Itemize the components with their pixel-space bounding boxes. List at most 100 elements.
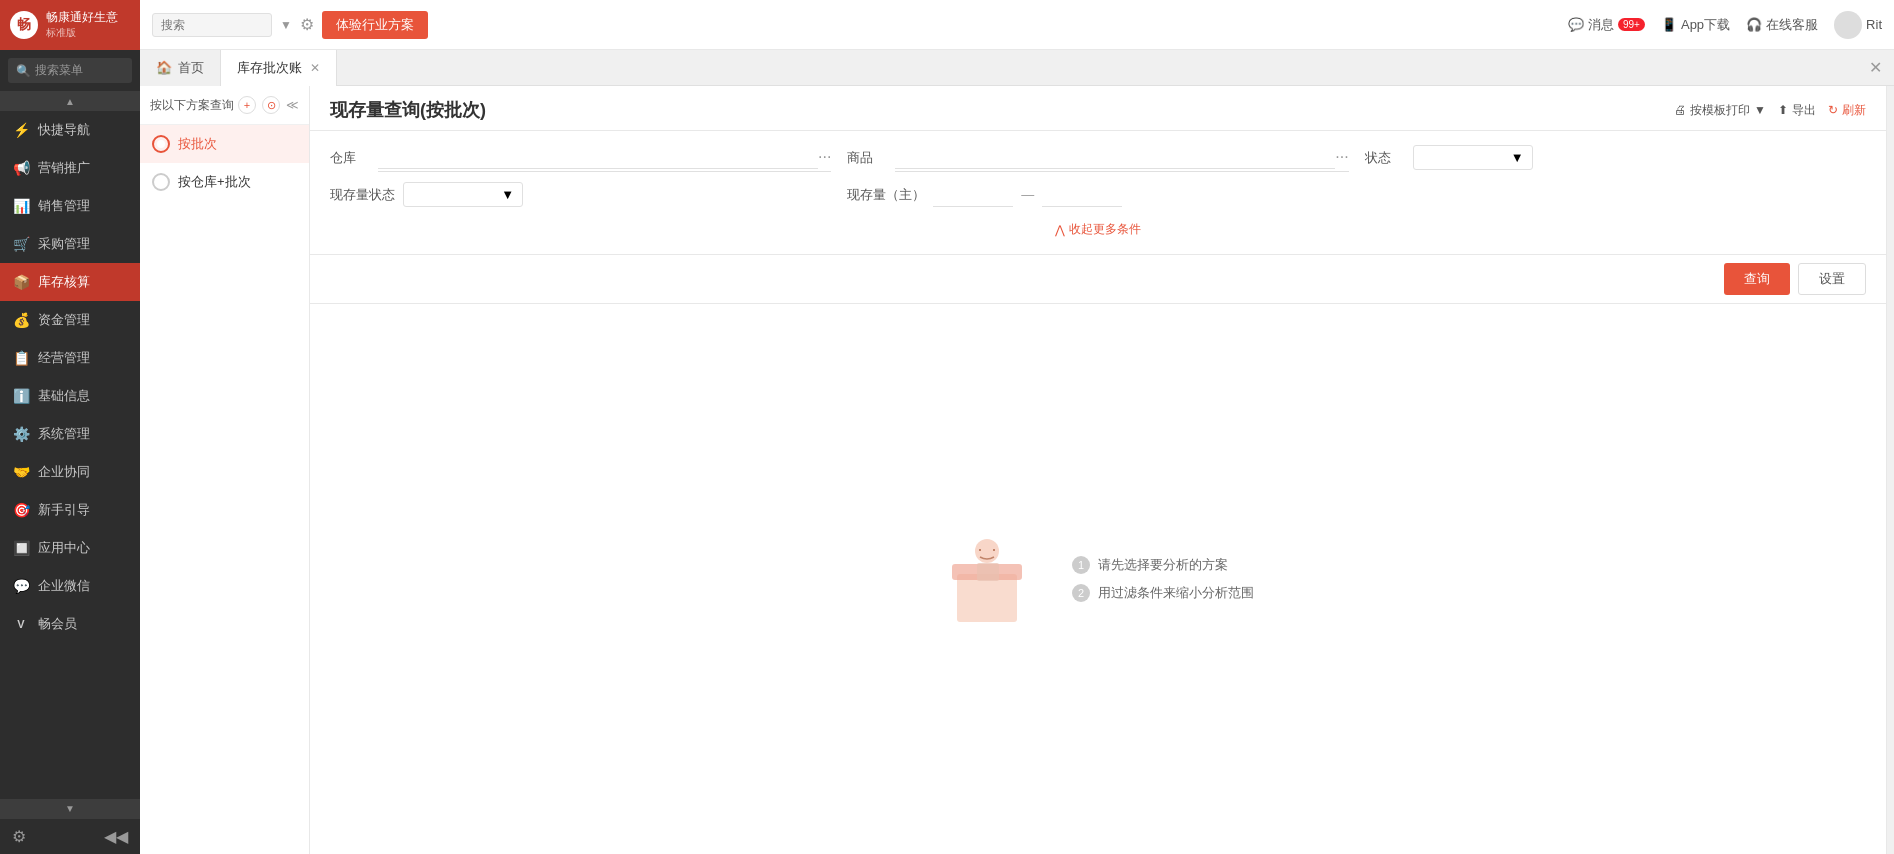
app-download-label: App下载 [1681,16,1730,34]
inventory-qty-to[interactable] [1042,183,1122,207]
message-label: 消息 [1588,16,1614,34]
add-scheme-button[interactable]: + [238,96,256,114]
filter-product: 商品 ··· [847,143,1348,172]
filter-dash: — [1021,187,1034,202]
message-badge: 99+ [1618,18,1645,31]
status-select[interactable]: ▼ [1413,145,1533,170]
sidebar-item-label: 经营管理 [38,349,90,367]
settings-button[interactable]: ⚙ [12,827,26,846]
scheme-item-by-warehouse-batch[interactable]: 按仓库+批次 [140,163,309,201]
filter-status: 状态 ▼ [1365,145,1866,170]
sidebar-item-enterprise[interactable]: 🤝 企业协同 [0,453,140,491]
product-more-btn[interactable]: ··· [1335,148,1348,166]
warehouse-input-box[interactable]: ··· [378,143,831,172]
sidebar-item-inventory[interactable]: 📦 库存核算 [0,263,140,301]
tab-close-all-button[interactable]: ✕ [1857,58,1894,77]
sidebar-scroll-down[interactable]: ▼ [0,799,140,818]
trial-button[interactable]: 体验行业方案 [322,11,428,39]
sidebar-item-operations[interactable]: 📋 经营管理 [0,339,140,377]
sidebar-item-label: 基础信息 [38,387,90,405]
refresh-label: 刷新 [1842,102,1866,119]
sidebar-item-system[interactable]: ⚙️ 系统管理 [0,415,140,453]
topbar-gear-icon[interactable]: ⚙ [300,15,314,34]
app-title: 畅康通好生意 [46,10,118,26]
message-button[interactable]: 💬 消息 99+ [1568,16,1645,34]
refresh-icon: ↻ [1828,103,1838,117]
query-button[interactable]: 查询 [1724,263,1790,295]
scheme-settings-icon[interactable]: ⊙ [262,96,280,114]
tab-home[interactable]: 🏠 首页 [140,50,221,86]
operations-icon: 📋 [12,349,30,367]
tab-inventory-batch[interactable]: 库存批次账 ✕ [221,50,337,86]
topbar-chevron-icon[interactable]: ▼ [280,18,292,32]
sidebar-item-marketing[interactable]: 📢 营销推广 [0,149,140,187]
finance-icon: 💰 [12,311,30,329]
filter-area: 仓库 ··· 商品 ··· 状态 [310,131,1886,255]
status-label: 状态 [1365,149,1405,167]
scheme-panel: 按以下方案查询 + ⊙ ≪ 按批次 按仓库+批次 [140,86,310,854]
print-button[interactable]: 🖨 按模板打印 ▼ [1674,102,1766,119]
search-icon: 🔍 [16,64,31,78]
right-scrollbar[interactable] [1886,86,1894,854]
warehouse-input[interactable] [378,145,818,169]
app-info: 畅康通好生意 标准版 [46,10,118,40]
sidebar-item-basic[interactable]: ℹ️ 基础信息 [0,377,140,415]
chevron-up-icon: ⋀ [1055,223,1065,237]
sidebar-item-label: 企业协同 [38,463,90,481]
tip-2-number: 2 [1072,584,1090,602]
sidebar-item-label: 营销推广 [38,159,90,177]
online-service-label: 在线客服 [1766,16,1818,34]
warehouse-more-btn[interactable]: ··· [818,148,831,166]
export-button[interactable]: ⬆ 导出 [1778,102,1816,119]
search-menu-btn[interactable]: 🔍 搜索菜单 [8,58,132,83]
member-icon: V [12,615,30,633]
sidebar-item-appcenter[interactable]: 🔲 应用中心 [0,529,140,567]
sidebar-item-sales[interactable]: 📊 销售管理 [0,187,140,225]
newguide-icon: 🎯 [12,501,30,519]
online-service-button[interactable]: 🎧 在线客服 [1746,16,1818,34]
collapse-label: 收起更多条件 [1069,221,1141,238]
sidebar-item-newguide[interactable]: 🎯 新手引导 [0,491,140,529]
inventory-qty-from[interactable] [933,183,1013,207]
tabbar: 🏠 首页 库存批次账 ✕ ✕ [140,50,1894,86]
topbar-search-input[interactable] [152,13,272,37]
warehouse-label: 仓库 [330,149,370,167]
tab-close-icon[interactable]: ✕ [310,61,320,75]
scheme-header: 按以下方案查询 + ⊙ ≪ [140,86,309,125]
tab-inventory-batch-label: 库存批次账 [237,59,302,77]
product-input[interactable] [895,145,1335,169]
scheme-header-label: 按以下方案查询 [150,97,234,114]
scheme-item-label: 按批次 [178,135,217,153]
inventory-status-select[interactable]: ▼ [403,182,523,207]
empty-state: 1 请先选择要分析的方案 2 用过滤条件来缩小分析范围 [310,304,1886,854]
action-row: 查询 设置 [310,255,1886,304]
collapse-sidebar-button[interactable]: ◀◀ [104,827,128,846]
sidebar-scroll-up[interactable]: ▲ [0,92,140,111]
sidebar-item-quick-nav[interactable]: ⚡ 快捷导航 [0,111,140,149]
marketing-icon: 📢 [12,159,30,177]
inventory-status-chevron-icon: ▼ [501,187,514,202]
scheme-collapse-button[interactable]: ≪ [286,98,299,112]
user-menu[interactable]: Rit [1834,11,1882,39]
sidebar-item-wechat[interactable]: 💬 企业微信 [0,567,140,605]
tab-home-label: 首页 [178,59,204,77]
print-label: 按模板打印 [1690,102,1750,119]
topbar: ▼ ⚙ 体验行业方案 💬 消息 99+ 📱 App下载 🎧 在线客服 Rit [140,0,1894,50]
refresh-button[interactable]: ↻ 刷新 [1828,102,1866,119]
sidebar-search-container: 🔍 搜索菜单 [0,50,140,92]
product-label: 商品 [847,149,887,167]
filter-inventory-status: 现存量状态 ▼ [330,182,831,207]
enterprise-icon: 🤝 [12,463,30,481]
sidebar-item-finance[interactable]: 💰 资金管理 [0,301,140,339]
sidebar-item-member[interactable]: V 畅会员 [0,605,140,643]
settings-button[interactable]: 设置 [1798,263,1866,295]
sidebar-item-purchase[interactable]: 🛒 采购管理 [0,225,140,263]
sidebar-nav: ⚡ 快捷导航 📢 营销推广 📊 销售管理 🛒 采购管理 📦 库存核算 💰 资金管… [0,111,140,799]
product-input-box[interactable]: ··· [895,143,1348,172]
collapse-more-btn[interactable]: ⋀ 收起更多条件 [330,217,1866,242]
message-icon: 💬 [1568,17,1584,32]
app-download-button[interactable]: 📱 App下载 [1661,16,1730,34]
empty-svg-icon [942,529,1042,629]
wechat-icon: 💬 [12,577,30,595]
scheme-item-by-batch[interactable]: 按批次 [140,125,309,163]
